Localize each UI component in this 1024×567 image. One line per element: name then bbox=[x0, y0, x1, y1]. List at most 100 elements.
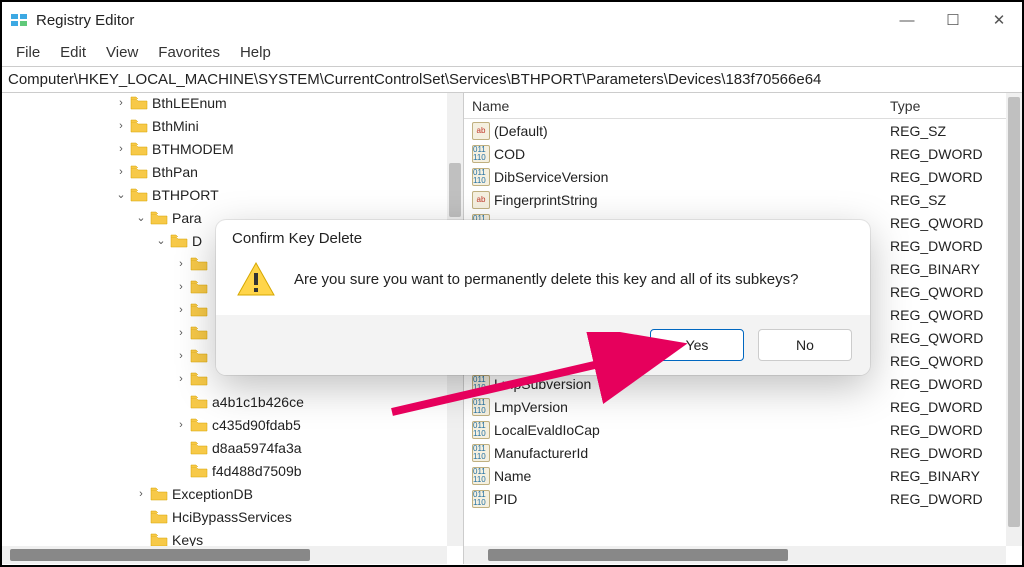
dialog-message: Are you sure you want to permanently del… bbox=[294, 271, 798, 288]
folder-icon bbox=[190, 257, 208, 271]
tree-item[interactable]: › ExceptionDB bbox=[2, 482, 463, 505]
folder-icon bbox=[150, 510, 168, 524]
folder-icon bbox=[130, 119, 148, 133]
value-type: REG_DWORD bbox=[884, 238, 1022, 254]
tree-item-label: BthPan bbox=[152, 164, 198, 180]
list-row[interactable]: 011 110LmpVersionREG_DWORD bbox=[464, 395, 1022, 418]
list-row[interactable]: abFingerprintString REG_SZ bbox=[464, 188, 1022, 211]
tree-item[interactable]: d8aa5974fa3a bbox=[2, 436, 463, 459]
list-row[interactable]: ab(Default)REG_SZ bbox=[464, 119, 1022, 142]
binary-value-icon: 011 110 bbox=[472, 421, 490, 439]
list-row[interactable]: 011 110LocalEvaldIoCap REG_DWORD bbox=[464, 418, 1022, 441]
expander-icon[interactable]: › bbox=[114, 143, 128, 155]
menubar: File Edit View Favorites Help bbox=[2, 38, 1022, 66]
address-bar[interactable]: Computer\HKEY_LOCAL_MACHINE\SYSTEM\Curre… bbox=[2, 66, 1022, 93]
tree-item-label: BTHMODEM bbox=[152, 141, 234, 157]
menu-help[interactable]: Help bbox=[240, 44, 271, 61]
value-type: REG_DWORD bbox=[884, 491, 1022, 507]
expander-icon[interactable]: › bbox=[114, 97, 128, 109]
tree-item-label: BTHPORT bbox=[152, 187, 219, 203]
menu-favorites[interactable]: Favorites bbox=[158, 44, 220, 61]
tree-scrollbar-horizontal[interactable] bbox=[2, 546, 447, 564]
tree-item[interactable]: f4d488d7509b bbox=[2, 459, 463, 482]
list-row[interactable]: 011 110ManufacturerIdREG_DWORD bbox=[464, 441, 1022, 464]
binary-value-icon: 011 110 bbox=[472, 145, 490, 163]
string-value-icon: ab bbox=[472, 191, 490, 209]
value-type: REG_SZ bbox=[884, 123, 1022, 139]
value-name: DibServiceVersion bbox=[494, 169, 608, 185]
folder-icon bbox=[190, 372, 208, 386]
expander-icon[interactable]: ⌄ bbox=[114, 188, 128, 201]
value-name: LocalEvaldIoCap bbox=[494, 422, 600, 438]
expander-icon[interactable]: › bbox=[174, 304, 188, 316]
list-row[interactable]: 011 110NameREG_BINARY bbox=[464, 464, 1022, 487]
value-type: REG_DWORD bbox=[884, 399, 1022, 415]
value-name: PID bbox=[494, 491, 517, 507]
expander-icon[interactable]: ⌄ bbox=[154, 234, 168, 247]
app-icon bbox=[10, 11, 28, 29]
expander-icon[interactable]: › bbox=[174, 419, 188, 431]
expander-icon[interactable]: › bbox=[174, 350, 188, 362]
tree-item-label: d8aa5974fa3a bbox=[212, 440, 302, 456]
folder-icon bbox=[190, 464, 208, 478]
expander-icon[interactable]: › bbox=[114, 166, 128, 178]
expander-icon[interactable]: ⌄ bbox=[134, 211, 148, 224]
list-row[interactable]: 011 110LmpSubversionREG_DWORD bbox=[464, 372, 1022, 395]
value-name: FingerprintString bbox=[494, 192, 598, 208]
yes-button[interactable]: Yes bbox=[650, 329, 744, 361]
minimize-button[interactable]: — bbox=[884, 2, 930, 38]
expander-icon[interactable]: › bbox=[174, 281, 188, 293]
menu-edit[interactable]: Edit bbox=[60, 44, 86, 61]
tree-item[interactable]: › BthPan bbox=[2, 160, 463, 183]
expander-icon[interactable]: › bbox=[114, 120, 128, 132]
tree-item[interactable]: a4b1c1b426ce bbox=[2, 390, 463, 413]
no-button[interactable]: No bbox=[758, 329, 852, 361]
list-scrollbar-horizontal[interactable] bbox=[464, 546, 1006, 564]
binary-value-icon: 011 110 bbox=[472, 467, 490, 485]
folder-icon bbox=[130, 188, 148, 202]
column-name-header[interactable]: Name bbox=[464, 98, 884, 114]
value-type: REG_SZ bbox=[884, 192, 1022, 208]
tree-item[interactable]: ⌄ BTHPORT bbox=[2, 183, 463, 206]
list-header[interactable]: Name Type bbox=[464, 93, 1022, 119]
tree-item-label: HciBypassServices bbox=[172, 509, 292, 525]
tree-item[interactable]: HciBypassServices bbox=[2, 505, 463, 528]
value-type: REG_QWORD bbox=[884, 284, 1022, 300]
tree-item-label: BthLEEnum bbox=[152, 95, 227, 111]
tree-item-label: ExceptionDB bbox=[172, 486, 253, 502]
maximize-button[interactable]: ☐ bbox=[930, 2, 976, 38]
expander-icon[interactable]: › bbox=[134, 488, 148, 500]
expander-icon[interactable]: › bbox=[174, 373, 188, 385]
list-row[interactable]: 011 110DibServiceVersionREG_DWORD bbox=[464, 165, 1022, 188]
value-type: REG_BINARY bbox=[884, 261, 1022, 277]
value-type: REG_DWORD bbox=[884, 445, 1022, 461]
value-type: REG_DWORD bbox=[884, 146, 1022, 162]
tree-item[interactable]: ›BthMini bbox=[2, 114, 463, 137]
value-type: REG_QWORD bbox=[884, 307, 1022, 323]
list-row[interactable]: 011 110PIDREG_DWORD bbox=[464, 487, 1022, 510]
expander-icon[interactable]: › bbox=[174, 327, 188, 339]
close-button[interactable]: ✕ bbox=[976, 2, 1022, 38]
folder-icon bbox=[150, 533, 168, 547]
value-name: (Default) bbox=[494, 123, 548, 139]
folder-icon bbox=[130, 165, 148, 179]
folder-icon bbox=[190, 303, 208, 317]
list-scrollbar-vertical[interactable] bbox=[1006, 93, 1022, 546]
tree-item[interactable]: › BthLEEnum bbox=[2, 93, 463, 114]
menu-view[interactable]: View bbox=[106, 44, 138, 61]
folder-icon bbox=[190, 395, 208, 409]
expander-icon[interactable]: › bbox=[174, 258, 188, 270]
tree-item-label: f4d488d7509b bbox=[212, 463, 302, 479]
menu-file[interactable]: File bbox=[16, 44, 40, 61]
dialog-title: Confirm Key Delete bbox=[216, 220, 870, 253]
folder-icon bbox=[190, 441, 208, 455]
tree-item[interactable]: › BTHMODEM bbox=[2, 137, 463, 160]
list-row[interactable]: 011 110CODREG_DWORD bbox=[464, 142, 1022, 165]
value-type: REG_DWORD bbox=[884, 422, 1022, 438]
folder-icon bbox=[170, 234, 188, 248]
value-type: REG_BINARY bbox=[884, 468, 1022, 484]
tree-item-label: D bbox=[192, 233, 202, 249]
folder-icon bbox=[190, 326, 208, 340]
tree-item[interactable]: ›c435d90fdab5 bbox=[2, 413, 463, 436]
column-type-header[interactable]: Type bbox=[884, 98, 1022, 114]
